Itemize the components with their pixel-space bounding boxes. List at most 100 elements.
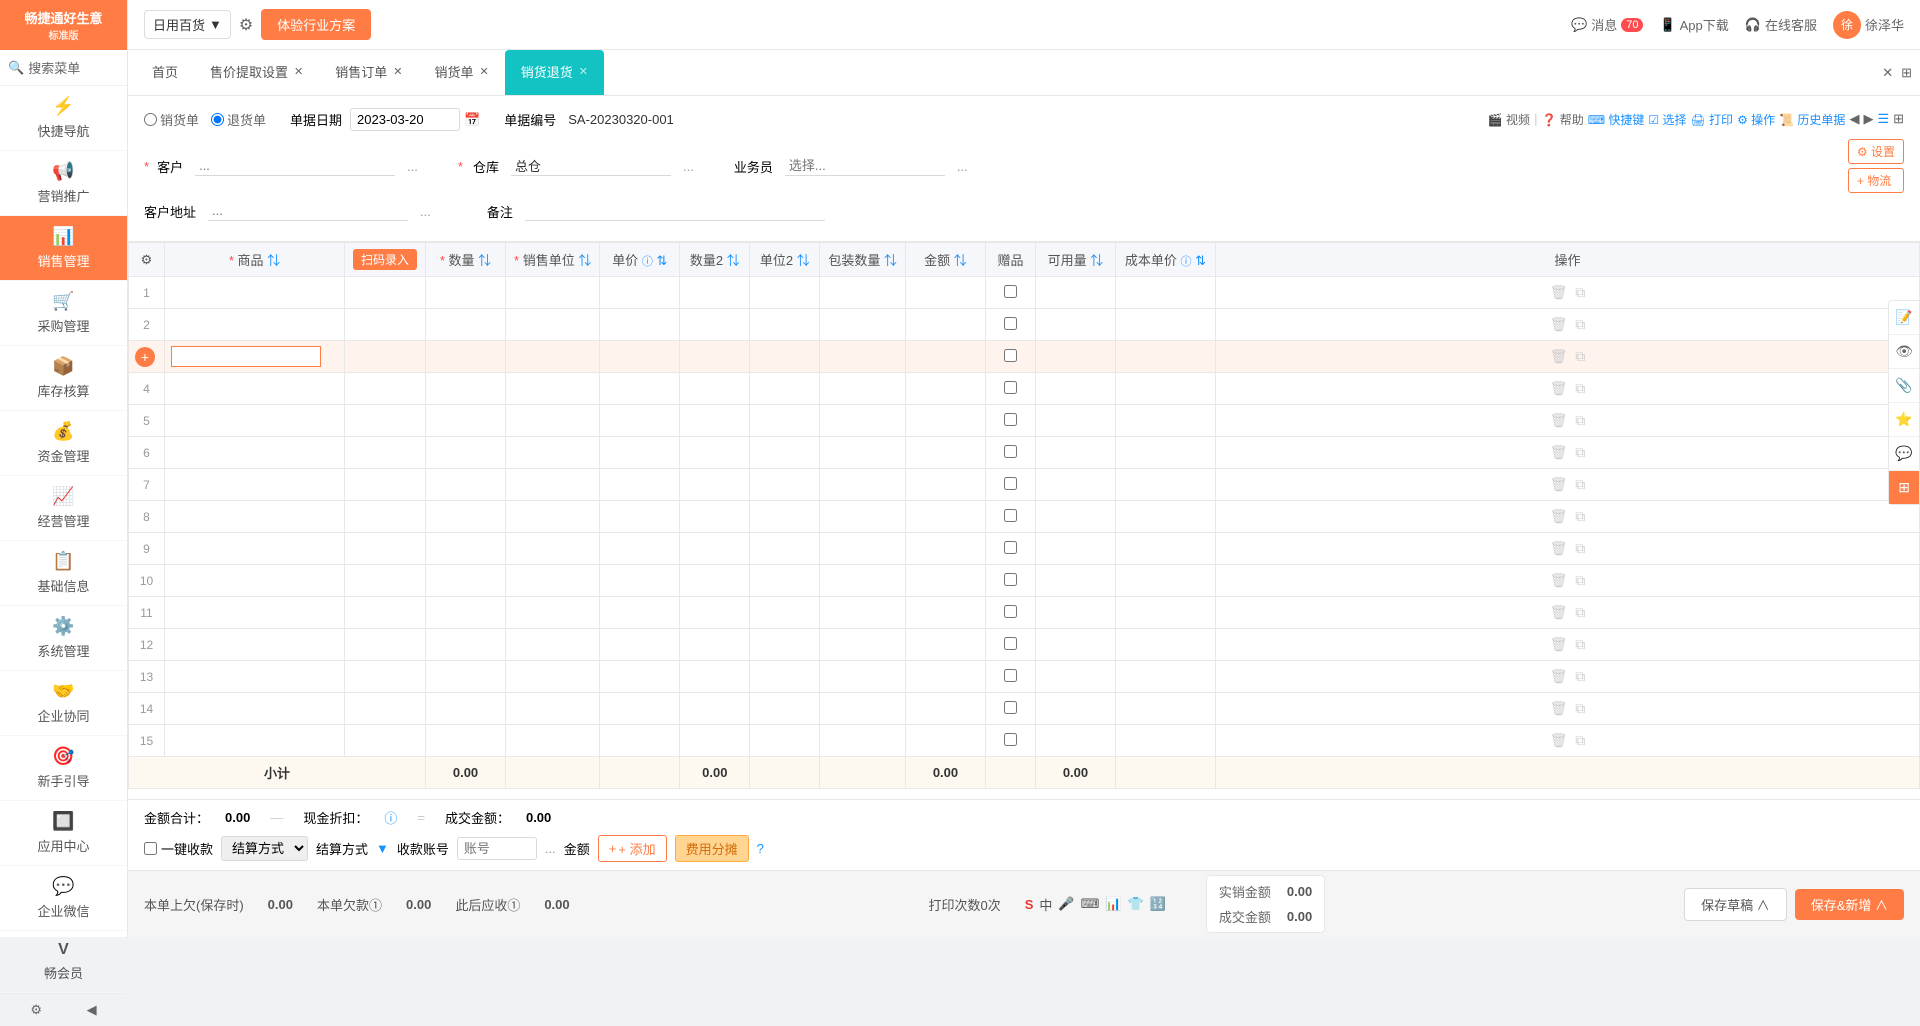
qty-cell[interactable]	[426, 629, 506, 661]
unit2-cell[interactable]	[750, 405, 820, 437]
settings-icon[interactable]: ⚙	[30, 1002, 42, 1018]
sidebar-item-app-center[interactable]: 🔲 应用中心	[0, 801, 127, 866]
qty-cell[interactable]	[426, 725, 506, 757]
price-cell[interactable]	[600, 565, 680, 597]
pkg-qty-cell[interactable]	[820, 661, 906, 693]
unit2-cell[interactable]	[750, 693, 820, 725]
billing-method-select-icon[interactable]: ▼	[376, 841, 389, 856]
nav-next-icon[interactable]: ▶	[1863, 111, 1873, 128]
gift-checkbox[interactable]	[1004, 381, 1017, 394]
sidebar-item-operations[interactable]: 📈 经营管理	[0, 476, 127, 541]
qty2-cell[interactable]	[680, 469, 750, 501]
gift-checkbox[interactable]	[1004, 669, 1017, 682]
available-cell[interactable]	[1035, 373, 1115, 405]
delete-row-icon[interactable]: 🗑	[1550, 380, 1568, 396]
print-btn[interactable]: 🖨 打印	[1690, 111, 1733, 128]
gift-cell[interactable]	[985, 277, 1035, 309]
cost-price-cell[interactable]	[1115, 533, 1215, 565]
close-icon[interactable]: ✕	[579, 65, 588, 78]
gift-cell[interactable]	[985, 405, 1035, 437]
price-cell[interactable]	[600, 373, 680, 405]
copy-row-icon[interactable]: ⧉	[1575, 508, 1585, 524]
pkg-qty-cell[interactable]	[820, 437, 906, 469]
price-cell[interactable]	[600, 725, 680, 757]
gift-cell[interactable]	[985, 533, 1035, 565]
amount-cell[interactable]	[905, 725, 985, 757]
help-icon[interactable]: ❓ 帮助	[1541, 111, 1583, 128]
gift-checkbox[interactable]	[1004, 445, 1017, 458]
delete-row-icon[interactable]: 🗑	[1550, 316, 1568, 332]
salesperson-select-icon[interactable]: ...	[957, 159, 968, 174]
col-settings-icon[interactable]: ⚙	[141, 252, 153, 267]
unit2-cell[interactable]	[750, 341, 820, 373]
qty2-cell[interactable]	[680, 437, 750, 469]
pkg-qty-cell[interactable]	[820, 533, 906, 565]
cost-price-cell[interactable]	[1115, 565, 1215, 597]
qty-cell[interactable]	[426, 277, 506, 309]
delete-row-icon[interactable]: 🗑	[1550, 284, 1568, 300]
available-cell[interactable]	[1035, 533, 1115, 565]
price-cell[interactable]	[600, 533, 680, 565]
qty-cell[interactable]	[426, 341, 506, 373]
copy-row-icon[interactable]: ⧉	[1575, 380, 1585, 396]
tab-price-settings[interactable]: 售价提取设置 ✕	[194, 50, 319, 95]
product-cell[interactable]	[165, 693, 345, 725]
close-icon[interactable]: ✕	[480, 65, 489, 78]
unit2-cell[interactable]	[750, 565, 820, 597]
product-cell[interactable]	[165, 661, 345, 693]
product-cell[interactable]	[165, 469, 345, 501]
amount-cell[interactable]	[905, 341, 985, 373]
view-grid-icon[interactable]: ⊞	[1893, 111, 1904, 128]
salesperson-input[interactable]	[785, 156, 945, 176]
right-star-icon[interactable]: ⭐	[1889, 403, 1919, 437]
price-cell[interactable]	[600, 693, 680, 725]
pkg-qty-cell[interactable]	[820, 725, 906, 757]
add-row-btn[interactable]: + + 添加	[598, 835, 667, 862]
available-cell[interactable]	[1035, 405, 1115, 437]
settlement-select[interactable]: 结算方式	[221, 836, 308, 861]
unit-cell[interactable]	[506, 725, 600, 757]
amount-cell[interactable]	[905, 565, 985, 597]
unit-cell[interactable]	[506, 277, 600, 309]
pkg-qty-cell[interactable]	[820, 629, 906, 661]
delete-row-icon[interactable]: 🗑	[1550, 476, 1568, 492]
industry-dropdown[interactable]: 日用百货 ▼	[144, 10, 231, 39]
amount-cell[interactable]	[905, 309, 985, 341]
cost-price-cell[interactable]	[1115, 373, 1215, 405]
available-cell[interactable]	[1035, 597, 1115, 629]
amount-cell[interactable]	[905, 597, 985, 629]
gift-cell[interactable]	[985, 597, 1035, 629]
app-download-btn[interactable]: 📱 App下载	[1659, 15, 1728, 34]
available-cell[interactable]	[1035, 309, 1115, 341]
available-cell[interactable]	[1035, 661, 1115, 693]
sidebar-item-inventory[interactable]: 📦 库存核算	[0, 346, 127, 411]
radio-return[interactable]: 退货单	[211, 110, 266, 129]
customer-select-icon[interactable]: ...	[407, 159, 418, 174]
nav-prev-icon[interactable]: ◀	[1849, 111, 1859, 128]
available-cell[interactable]	[1035, 437, 1115, 469]
gift-cell[interactable]	[985, 693, 1035, 725]
available-cell[interactable]	[1035, 469, 1115, 501]
copy-row-icon[interactable]: ⧉	[1575, 604, 1585, 620]
th-unit2-sort[interactable]: ⇅	[797, 253, 810, 268]
delete-row-icon[interactable]: 🗑	[1550, 508, 1568, 524]
cost-price-cell[interactable]	[1115, 725, 1215, 757]
product-cell[interactable]	[165, 725, 345, 757]
close-icon[interactable]: ✕	[393, 65, 402, 78]
sidebar-item-purchase[interactable]: 🛒 采购管理	[0, 281, 127, 346]
available-cell[interactable]	[1035, 693, 1115, 725]
one-click-pay-input[interactable]	[144, 842, 157, 855]
amount-cell[interactable]	[905, 277, 985, 309]
available-cell[interactable]	[1035, 277, 1115, 309]
th-settings[interactable]: ⚙	[129, 243, 165, 277]
scan-btn[interactable]: 扫码录入	[353, 249, 417, 270]
view-list-icon[interactable]: ☰	[1877, 111, 1889, 128]
price-cell[interactable]	[600, 277, 680, 309]
qty-cell[interactable]	[426, 469, 506, 501]
sidebar-item-finance[interactable]: 💰 资金管理	[0, 411, 127, 476]
delete-row-icon[interactable]: 🗑	[1550, 604, 1568, 620]
qty2-cell[interactable]	[680, 629, 750, 661]
pkg-qty-cell[interactable]	[820, 565, 906, 597]
cost-price-cell[interactable]	[1115, 597, 1215, 629]
warehouse-select-icon[interactable]: ...	[683, 159, 694, 174]
